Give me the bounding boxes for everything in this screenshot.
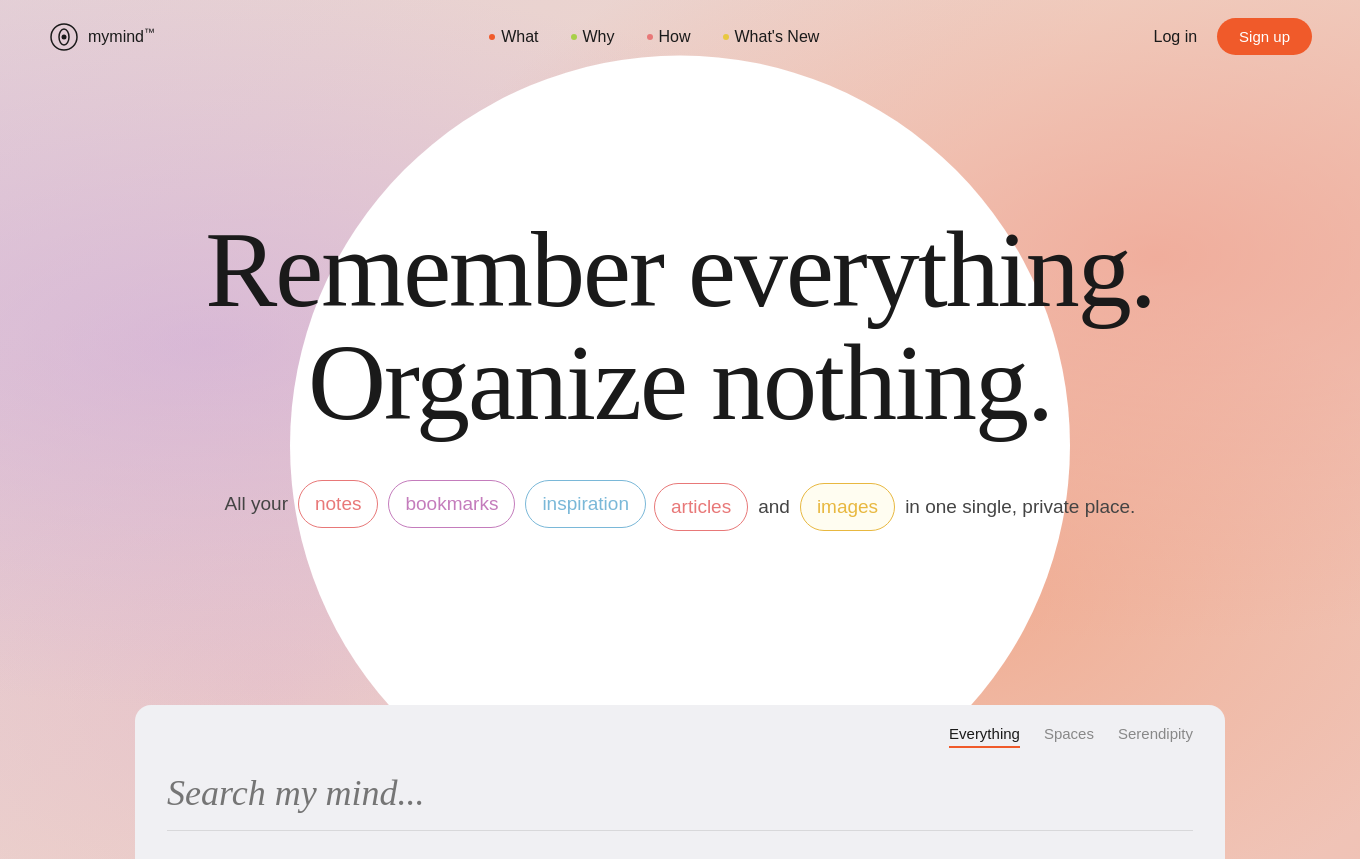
tag-bookmarks: bookmarks <box>388 480 515 528</box>
search-divider <box>167 830 1193 831</box>
login-button[interactable]: Log in <box>1154 28 1198 46</box>
tab-spaces[interactable]: Spaces <box>1044 725 1094 748</box>
logo-icon <box>48 21 80 53</box>
tag-articles: articles <box>654 483 748 531</box>
nav-dot-what <box>489 34 495 40</box>
search-tabs: Everything Spaces Serendipity <box>167 725 1193 748</box>
search-input-wrapper <box>167 764 1193 831</box>
nav-item-whats-new[interactable]: What's New <box>723 28 820 46</box>
subtitle-and: and <box>758 488 790 526</box>
tag-images: images <box>800 483 895 531</box>
nav-link-what[interactable]: What <box>501 28 538 46</box>
hero-title: Remember everything. Organize nothing. <box>0 213 1360 440</box>
subtitle-suffix: in one single, private place. <box>905 488 1135 526</box>
nav-link-why[interactable]: Why <box>583 28 615 46</box>
navbar: mymind™ What Why How What's New Log in S… <box>0 0 1360 73</box>
nav-link-whats-new[interactable]: What's New <box>735 28 820 46</box>
logo-text: mymind™ <box>88 26 155 46</box>
tag-inspiration: inspiration <box>525 480 646 528</box>
nav-dot-why <box>571 34 577 40</box>
logo[interactable]: mymind™ <box>48 21 155 53</box>
hero-title-line1: Remember everything. <box>0 213 1360 326</box>
hero-subtitle: All your notes bookmarks inspiration art… <box>0 480 1360 534</box>
hero-section: Remember everything. Organize nothing. A… <box>0 73 1360 534</box>
tab-serendipity[interactable]: Serendipity <box>1118 725 1193 748</box>
hero-title-line2: Organize nothing. <box>0 326 1360 439</box>
tab-everything[interactable]: Everything <box>949 725 1020 748</box>
nav-item-how[interactable]: How <box>647 28 691 46</box>
svg-point-2 <box>62 34 67 39</box>
nav-item-why[interactable]: Why <box>571 28 615 46</box>
search-input[interactable] <box>167 764 1193 822</box>
nav-dot-whats-new <box>723 34 729 40</box>
tag-notes: notes <box>298 480 378 528</box>
nav-actions: Log in Sign up <box>1154 18 1312 55</box>
subtitle-prefix: All your <box>225 485 288 523</box>
nav-item-what[interactable]: What <box>489 28 538 46</box>
signup-button[interactable]: Sign up <box>1217 18 1312 55</box>
search-panel: Everything Spaces Serendipity <box>135 705 1225 859</box>
nav-link-how[interactable]: How <box>659 28 691 46</box>
nav-links: What Why How What's New <box>489 28 819 46</box>
nav-dot-how <box>647 34 653 40</box>
